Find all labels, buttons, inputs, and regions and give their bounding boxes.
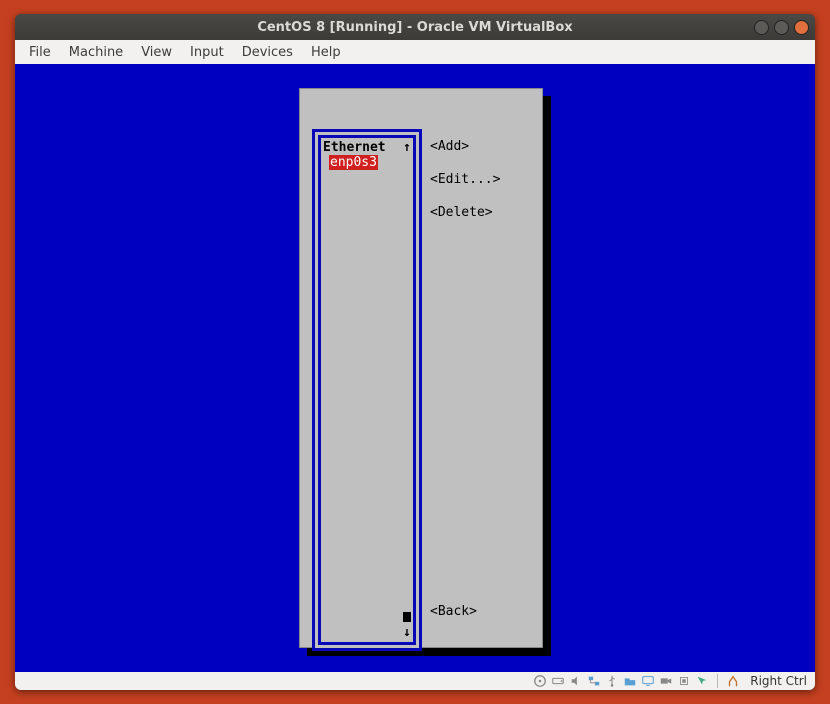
- menu-input[interactable]: Input: [182, 43, 232, 62]
- host-key-label: Right Ctrl: [750, 674, 807, 688]
- titlebar: CentOS 8 [Running] - Oracle VM VirtualBo…: [15, 14, 815, 40]
- delete-button[interactable]: <Delete>: [430, 205, 500, 220]
- statusbar-separator: [717, 674, 718, 688]
- back-button[interactable]: <Back>: [430, 604, 477, 619]
- scroll-thumb[interactable]: [403, 612, 411, 622]
- edit-button[interactable]: <Edit...>: [430, 172, 500, 187]
- recording-icon[interactable]: [659, 674, 673, 688]
- add-button[interactable]: <Add>: [430, 139, 500, 154]
- statusbar: Right Ctrl: [15, 672, 815, 690]
- maximize-button[interactable]: [774, 20, 789, 35]
- connection-listbox[interactable]: Ethernet enp0s3 ↑ ↓: [312, 129, 422, 651]
- scroll-down-arrow[interactable]: ↓: [403, 625, 411, 640]
- menu-help[interactable]: Help: [303, 43, 349, 62]
- menu-view[interactable]: View: [133, 43, 180, 62]
- list-row[interactable]: enp0s3: [323, 155, 411, 170]
- display-icon[interactable]: [641, 674, 655, 688]
- menu-devices[interactable]: Devices: [234, 43, 301, 62]
- vm-display[interactable]: Ethernet enp0s3 ↑ ↓ <Add> <Edit...> <Del…: [15, 64, 815, 672]
- virtualbox-window: CentOS 8 [Running] - Oracle VM VirtualBo…: [15, 14, 815, 690]
- nmtui-dialog: Ethernet enp0s3 ↑ ↓ <Add> <Edit...> <Del…: [299, 88, 543, 648]
- list-header-ethernet: Ethernet: [323, 140, 411, 155]
- list-item-enp0s3[interactable]: enp0s3: [329, 155, 378, 170]
- hdd-icon[interactable]: [551, 674, 565, 688]
- window-controls: [754, 20, 809, 35]
- listbox-inner: Ethernet enp0s3 ↑ ↓: [318, 135, 416, 645]
- usb-icon[interactable]: [605, 674, 619, 688]
- shared-folder-icon[interactable]: [623, 674, 637, 688]
- scroll-up-arrow[interactable]: ↑: [403, 140, 411, 155]
- window-title: CentOS 8 [Running] - Oracle VM VirtualBo…: [15, 20, 815, 35]
- menu-file[interactable]: File: [21, 43, 59, 62]
- menubar: File Machine View Input Devices Help: [15, 40, 815, 64]
- network-icon[interactable]: [587, 674, 601, 688]
- cpu-icon[interactable]: [677, 674, 691, 688]
- close-button[interactable]: [794, 20, 809, 35]
- audio-icon[interactable]: [569, 674, 583, 688]
- menu-machine[interactable]: Machine: [61, 43, 131, 62]
- mouse-capture-icon[interactable]: [695, 674, 709, 688]
- keyboard-icon[interactable]: [726, 674, 740, 688]
- dialog-buttons: <Add> <Edit...> <Delete>: [430, 139, 500, 220]
- minimize-button[interactable]: [754, 20, 769, 35]
- disc-icon[interactable]: [533, 674, 547, 688]
